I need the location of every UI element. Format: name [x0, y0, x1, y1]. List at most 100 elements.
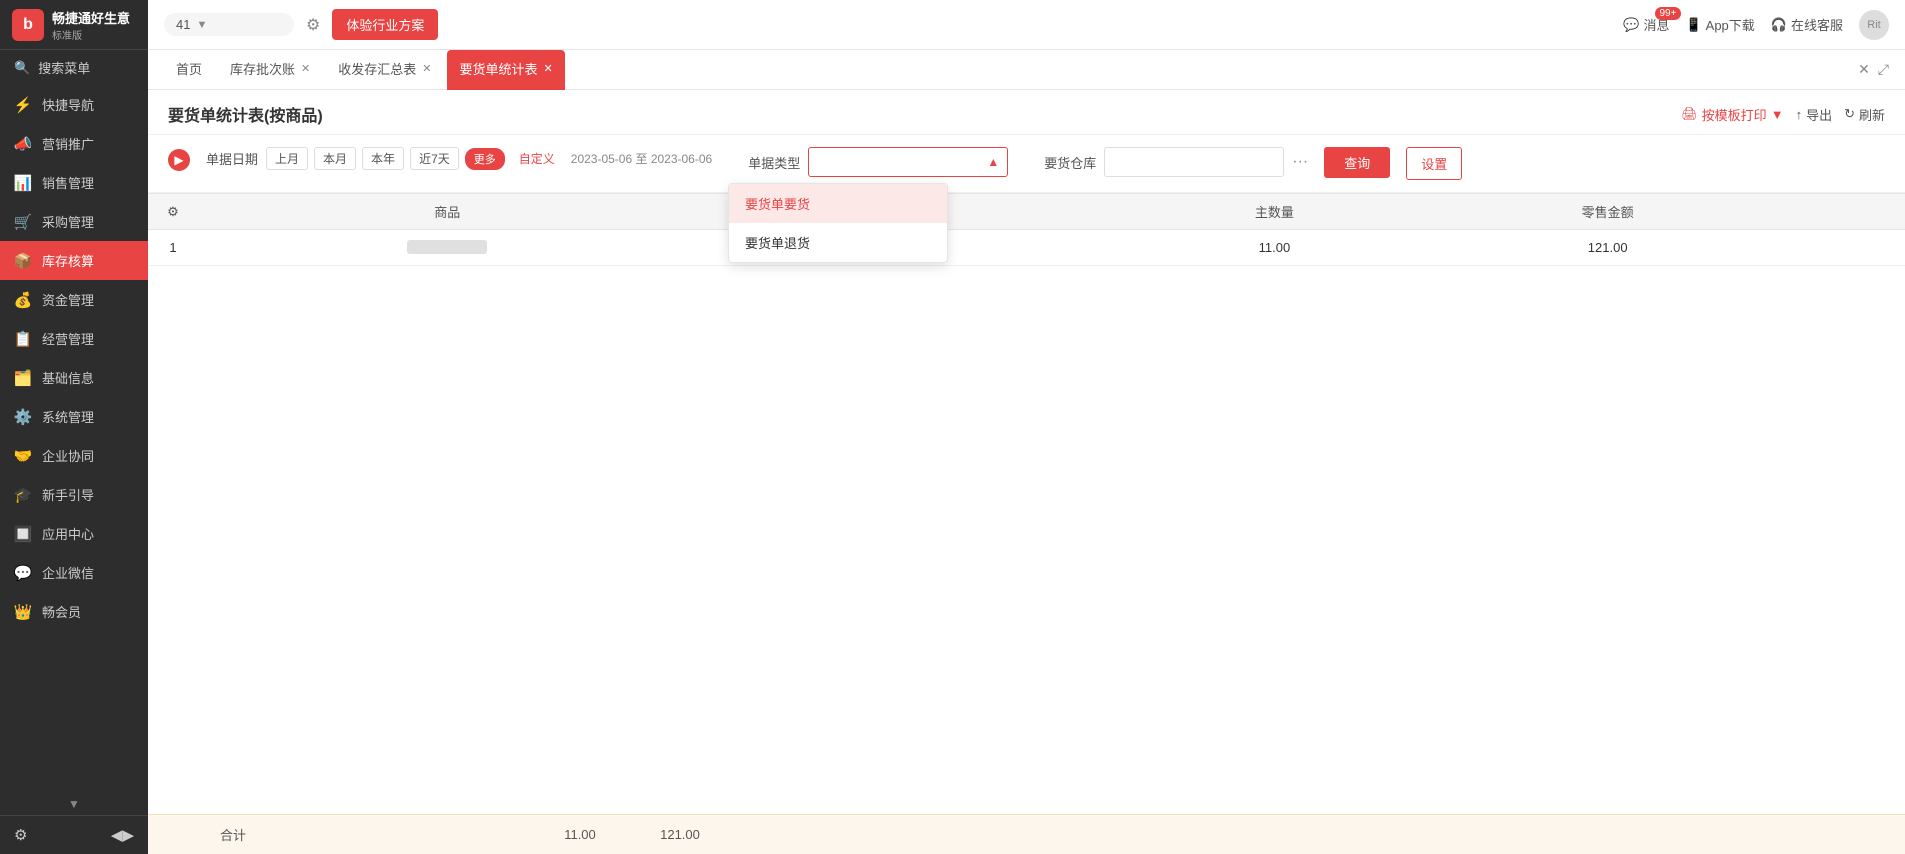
sidebar-item-label: 销售管理 [42, 173, 94, 192]
operations-icon: 📋 [14, 330, 32, 348]
warehouse-input[interactable] [1104, 147, 1284, 177]
refresh-button[interactable]: ↻ 刷新 [1844, 105, 1885, 124]
sidebar-item-marketing[interactable]: 📣 营销推广 [0, 124, 148, 163]
tab-close-all[interactable]: ✕ [1858, 61, 1870, 78]
settings-button[interactable]: 设置 [1406, 147, 1462, 180]
date-custom-btn[interactable]: 自定义 [511, 148, 563, 169]
date-btn-this-month[interactable]: 本月 [314, 147, 356, 170]
page-actions: 🖨 按模板打印 ▼ ↑ 导出 ↻ 刷新 [1681, 105, 1885, 124]
sidebar-item-system[interactable]: ⚙️ 系统管理 [0, 397, 148, 436]
date-btn-last-month[interactable]: 上月 [266, 147, 308, 170]
filter-more-button[interactable]: ··· [1292, 153, 1308, 171]
sidebar-item-label: 库存核算 [42, 251, 94, 270]
tab-maximize[interactable]: ⤢ [1878, 61, 1889, 78]
header-gear-icon[interactable]: ⚙ [306, 15, 320, 35]
table-area: ⚙ 商品 主计量单位 主数量 零售金额 1 ████ ██ [148, 193, 1905, 814]
refresh-label: 刷新 [1859, 105, 1885, 124]
col-amount: 零售金额 [1425, 194, 1789, 230]
sidebar-item-purchase[interactable]: 🛒 采购管理 [0, 202, 148, 241]
cell-amount: 121.00 [1425, 230, 1789, 266]
sidebar-item-label: 采购管理 [42, 212, 94, 231]
sidebar-item-label: 系统管理 [42, 407, 94, 426]
tab-receipts-close[interactable]: ✕ [422, 62, 431, 75]
filter-expand-button[interactable]: ▶ [168, 149, 190, 171]
sidebar-item-enterprise[interactable]: 🤝 企业协同 [0, 436, 148, 475]
col-qty: 主数量 [1123, 194, 1425, 230]
date-btn-more[interactable]: 更多 [465, 148, 505, 170]
quick-nav-icon: ⚡ [14, 96, 32, 114]
search-menu-item[interactable]: 🔍 搜索菜单 [0, 50, 148, 85]
date-btn-this-year[interactable]: 本年 [362, 147, 404, 170]
col-goods: 商品 [198, 194, 697, 230]
page-title: 要货单统计表(按商品) [168, 102, 323, 126]
notification-badge[interactable]: 💬 消息 99+ [1623, 15, 1669, 34]
service-label: 在线客服 [1791, 15, 1843, 34]
export-icon: ↑ [1796, 107, 1803, 122]
app-download[interactable]: 📱 App下载 [1685, 15, 1754, 34]
warehouse-filter-group: 要货仓库 ··· [1044, 147, 1308, 177]
footer-amount: 121.00 [630, 827, 730, 842]
query-button[interactable]: 查询 [1324, 147, 1390, 178]
sidebar-item-label: 快捷导航 [42, 95, 94, 114]
sidebar-item-member[interactable]: 👑 畅会员 [0, 592, 148, 631]
sidebar-item-finance[interactable]: 💰 资金管理 [0, 280, 148, 319]
sidebar-item-operations[interactable]: 📋 经营管理 [0, 319, 148, 358]
sidebar-item-appstore[interactable]: 🔲 应用中心 [0, 514, 148, 553]
app-sub: 标准版 [52, 27, 130, 42]
download-icon: 📱 [1685, 17, 1701, 33]
page-content: 要货单统计表(按商品) 🖨 按模板打印 ▼ ↑ 导出 ↻ 刷新 ▶ [148, 90, 1905, 854]
finance-icon: 💰 [14, 291, 32, 309]
cell-qty: 11.00 [1123, 230, 1425, 266]
col-settings[interactable]: ⚙ [148, 194, 198, 230]
collapse-icon[interactable]: ◀▶ [111, 826, 134, 844]
export-button[interactable]: ↑ 导出 [1796, 105, 1833, 124]
sidebar-item-inventory[interactable]: 📦 库存核算 [0, 241, 148, 280]
sidebar-item-label: 畅会员 [42, 602, 81, 621]
service-icon: 🎧 [1771, 17, 1787, 33]
table-row: 1 ████ ██ 块 11.00 121.00 [148, 230, 1905, 266]
tab-home-label: 首页 [176, 59, 202, 78]
footer-total-text: 合计 [220, 828, 246, 843]
tab-order-stats[interactable]: 要货单统计表 ✕ [447, 50, 564, 90]
tab-home[interactable]: 首页 [164, 50, 214, 90]
notification-icon: 💬 [1623, 17, 1639, 33]
dropdown-item-order-goods[interactable]: 要货单要货 [729, 184, 947, 223]
dropdown-item-label: 要货单要货 [745, 197, 810, 212]
sidebar-item-label: 资金管理 [42, 290, 94, 309]
cell-extra [1790, 230, 1905, 266]
sidebar-item-quick-nav[interactable]: ⚡ 快捷导航 [0, 85, 148, 124]
export-label: 导出 [1806, 105, 1832, 124]
online-service[interactable]: 🎧 在线客服 [1771, 15, 1843, 34]
logo-icon: b [12, 9, 44, 41]
print-icon: 🖨 [1681, 106, 1698, 122]
page-title-row: 要货单统计表(按商品) 🖨 按模板打印 ▼ ↑ 导出 ↻ 刷新 [148, 90, 1905, 135]
date-btn-7days[interactable]: 近7天 [410, 147, 459, 170]
header-search-box[interactable]: 41 ▼ [164, 13, 294, 36]
dropdown-item-order-return[interactable]: 要货单退货 [729, 223, 947, 262]
avatar[interactable]: Rit [1859, 10, 1889, 40]
sidebar-scroll-down[interactable]: ▼ [68, 797, 80, 811]
type-select[interactable]: ▲ [808, 147, 1008, 177]
sidebar-item-wechat[interactable]: 💬 企业微信 [0, 553, 148, 592]
sidebar-item-label: 基础信息 [42, 368, 94, 387]
settings-footer-icon[interactable]: ⚙ [14, 826, 27, 844]
sidebar-item-guide[interactable]: 🎓 新手引导 [0, 475, 148, 514]
tab-batch[interactable]: 库存批次账 ✕ [218, 50, 322, 90]
date-filter-label: 单据日期 [206, 149, 258, 168]
tab-receipts-label: 收发存汇总表 [338, 59, 416, 78]
sidebar-item-sales[interactable]: 📊 销售管理 [0, 163, 148, 202]
tabs-right: ✕ ⤢ [1858, 61, 1889, 78]
tab-receipts[interactable]: 收发存汇总表 ✕ [326, 50, 443, 90]
dropdown-item-label: 要货单退货 [745, 236, 810, 251]
tab-batch-close[interactable]: ✕ [301, 62, 310, 75]
purchase-icon: 🛒 [14, 213, 32, 231]
tabs-bar: 首页 库存批次账 ✕ 收发存汇总表 ✕ 要货单统计表 ✕ ✕ ⤢ [148, 50, 1905, 90]
sidebar-item-basic[interactable]: 🗂️ 基础信息 [0, 358, 148, 397]
cell-goods: ████ ██ [198, 230, 697, 266]
trial-button[interactable]: 体验行业方案 [332, 9, 438, 40]
print-button[interactable]: 🖨 按模板打印 ▼ [1681, 105, 1783, 124]
tab-order-stats-close[interactable]: ✕ [544, 62, 553, 75]
type-dropdown-menu: 要货单要货 要货单退货 [728, 183, 948, 263]
main-area: 41 ▼ ⚙ 体验行业方案 💬 消息 99+ 📱 App下载 🎧 在线客服 Ri… [148, 0, 1905, 854]
print-label: 按模板打印 [1702, 105, 1767, 124]
